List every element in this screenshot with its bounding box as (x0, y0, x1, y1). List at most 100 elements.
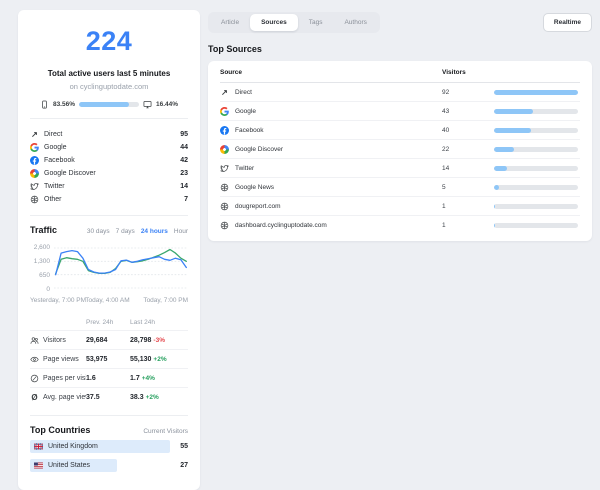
active-sources-list: ↗ Direct 95 Google 44 Facebook 42 Google Discov… (30, 128, 188, 206)
globe-icon (220, 202, 229, 211)
source-name: Twitter (235, 164, 255, 172)
stat-prev-value: 1.6 (86, 374, 96, 382)
tab-article[interactable]: Article (210, 14, 250, 31)
source-count: 95 (180, 131, 188, 138)
source-name: Facebook (44, 157, 75, 164)
source-row-dashboard-cyclinguptodate-com[interactable]: dashboard.cyclinguptodate.com 1 (220, 216, 580, 235)
current-visitors-label: Current Visitors (143, 428, 188, 435)
source-row-google[interactable]: Google 43 (220, 102, 580, 121)
stat-last-value: 1.7 +4% (130, 374, 155, 382)
active-source-row: Twitter 14 (30, 180, 188, 193)
source-name: Google News (235, 183, 275, 191)
google-icon (30, 143, 39, 152)
stat-delta: +2% (153, 355, 167, 363)
chart-x-axis: Yesterday, 7:00 PM Today, 4:00 AM Today, 7… (30, 297, 188, 307)
device-split-bar (79, 102, 139, 107)
top-countries-title: Top Countries (30, 425, 91, 435)
source-count: 23 (180, 170, 188, 177)
visitors-count: 1 (442, 222, 446, 229)
arrow-icon: ↗ (31, 130, 38, 139)
x-tick: Today, 4:00 AM (85, 297, 130, 304)
visitors-count: 22 (442, 145, 450, 153)
people-icon (30, 336, 39, 345)
top-sources-title: Top Sources (208, 44, 262, 54)
divider (30, 118, 188, 119)
source-name: Facebook (235, 126, 264, 134)
stat-prev-value: 29,684 (86, 336, 108, 344)
stat-label: Visitors (43, 336, 66, 344)
content-panel: Article Sources Tags Authors Realtime Top S… (208, 10, 592, 241)
range-hour[interactable]: Hour (174, 228, 188, 235)
stat-label: Page views (43, 355, 79, 363)
source-name: Google (44, 144, 67, 151)
source-name: Google (235, 107, 256, 115)
country-visitors: 55 (180, 442, 188, 450)
stat-label: Pages per visitor (43, 374, 86, 382)
stat-last-value: 55,130 +2% (130, 355, 167, 363)
active-users-count: 224 (85, 26, 133, 56)
globe-icon (220, 183, 229, 192)
google-icon (220, 106, 229, 116)
source-row-twitter[interactable]: Twitter 14 (220, 159, 580, 178)
stat-prev-value: 53,975 (86, 355, 108, 363)
tab-sources[interactable]: Sources (250, 14, 298, 31)
mobile-percent: 83.56% (52, 101, 75, 108)
traffic-chart: 2,600 1,300 650 0 (30, 242, 188, 294)
eye-icon (30, 355, 39, 364)
y-tick: 0 (46, 286, 50, 293)
country-row-united-states: United States 27 (30, 457, 188, 473)
stat-label: Avg. page views p... (43, 393, 86, 401)
tab-tags[interactable]: Tags (298, 14, 334, 31)
source-row-direct[interactable]: ↗ Direct 92 (220, 83, 580, 102)
source-row-dougreport-com[interactable]: dougreport.com 1 (220, 197, 580, 216)
x-tick: Today, 7:00 PM (143, 297, 188, 304)
source-name: Direct (235, 88, 252, 96)
active-source-row: Facebook 42 (30, 154, 188, 167)
device-split: 83.56% 16.44% (30, 100, 188, 109)
chart-plot-area (54, 247, 188, 289)
stat-last-value: 28,798 -3% (130, 336, 165, 344)
visitors-bar (494, 89, 578, 95)
active-source-row: Google Discover 23 (30, 167, 188, 180)
realtime-button[interactable]: Realtime (542, 13, 592, 32)
source-name: Direct (44, 131, 63, 138)
range-24-hours[interactable]: 24 hours (141, 228, 168, 235)
visitors-bar (494, 165, 578, 171)
source-row-google-discover[interactable]: Google Discover 22 (220, 140, 580, 159)
visitors-count: 1 (442, 202, 446, 210)
source-row-facebook[interactable]: Facebook 40 (220, 121, 580, 140)
active-source-row: ↗ Direct 95 (30, 128, 188, 141)
top-countries-header: Top Countries Current Visitors (30, 425, 188, 435)
visitors-count: 5 (442, 183, 446, 191)
y-tick: 650 (39, 272, 50, 279)
stat-row-visitors: Visitors 29,684 28,798 -3% (30, 330, 188, 349)
source-name: dougreport.com (235, 202, 281, 210)
facebook-icon (220, 125, 229, 135)
tab-authors[interactable]: Authors (333, 14, 377, 31)
range-7-days[interactable]: 7 days (116, 228, 135, 235)
visitors-bar (494, 127, 578, 133)
source-name: Twitter (44, 183, 65, 190)
stats-col-prev: Prev. 24h (86, 319, 114, 326)
source-count: 14 (180, 183, 188, 190)
globe-icon (30, 195, 39, 204)
visitors-bar (494, 184, 578, 190)
source-count: 7 (184, 196, 188, 203)
range-30-days[interactable]: 30 days (87, 228, 110, 235)
stats-header-row: Prev. 24h Last 24h (30, 315, 188, 330)
active-users-site: on cyclinguptodate.com (69, 82, 149, 91)
traffic-range-selector: 30 days 7 days 24 hours Hour (87, 228, 188, 235)
active-source-row: Other 7 (30, 193, 188, 206)
visitors-bar (494, 146, 578, 152)
source-row-google-news[interactable]: Google News 5 (220, 178, 580, 197)
country-visitors: 27 (180, 461, 188, 469)
col-visitors: Visitors (442, 69, 466, 76)
stat-delta: +2% (145, 393, 159, 401)
flag-gb-icon (34, 442, 43, 451)
desktop-percent: 16.44% (156, 101, 179, 108)
content-topbar: Article Sources Tags Authors Realtime (208, 12, 592, 33)
top-sources-card: Source Visitors ↗ Direct 92 Google 43 Faceboo… (208, 61, 592, 241)
stats-col-last: Last 24h (130, 319, 155, 326)
chart-y-axis: 2,600 1,300 650 0 (30, 242, 54, 294)
active-source-row: Google 44 (30, 141, 188, 154)
